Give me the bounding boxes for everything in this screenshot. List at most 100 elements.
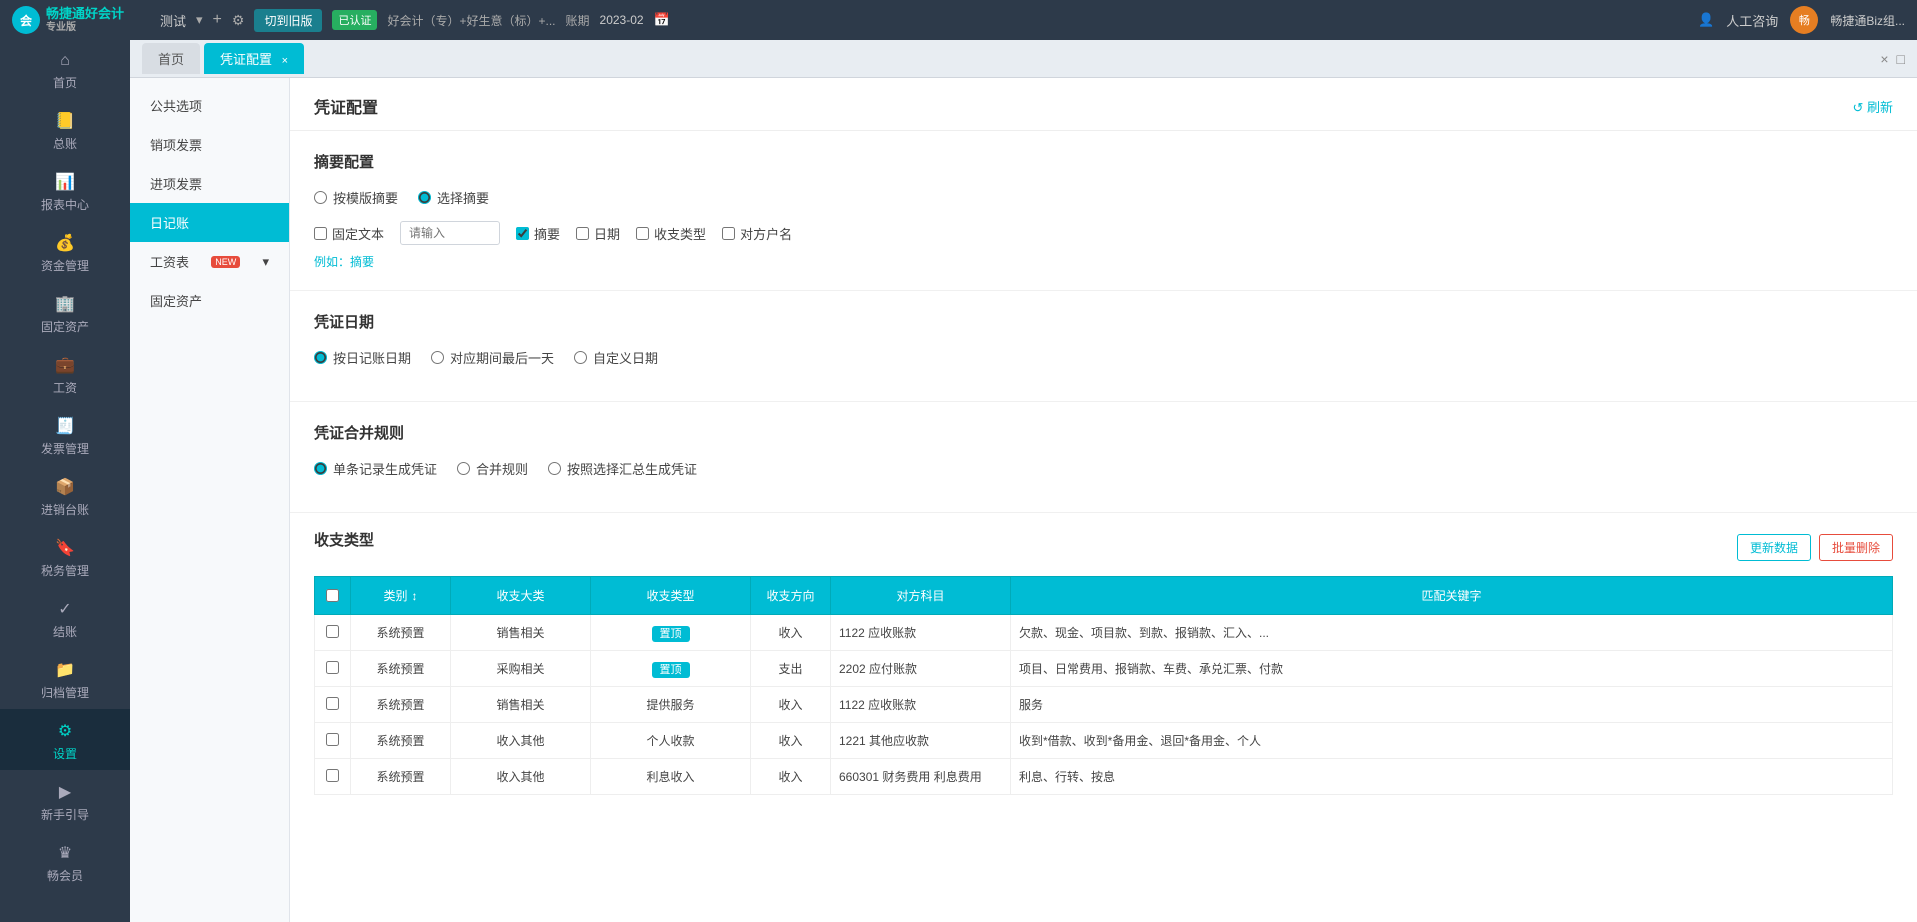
calendar-icon[interactable]: 📅 [654, 12, 670, 28]
radio-journal-date[interactable]: 按日记账日期 [314, 348, 411, 367]
left-nav-journal[interactable]: 日记账 [130, 203, 289, 242]
row-checkbox-4[interactable] [326, 769, 339, 782]
sidebar-label-home: 首页 [53, 74, 77, 91]
sidebar-label-fund: 资金管理 [41, 257, 89, 274]
tab-voucher[interactable]: 凭证配置 × [204, 43, 304, 74]
sidebar-item-salary[interactable]: 💼 工资 [0, 343, 130, 404]
switch-old-btn[interactable]: 切到旧版 [254, 9, 322, 32]
panel-header: 凭证配置 ↺ 刷新 [290, 78, 1917, 131]
row-category-3: 系统预置 [351, 723, 451, 759]
left-nav-public[interactable]: 公共选项 [130, 86, 289, 125]
left-nav-payroll[interactable]: 工资表 NEW ▾ [130, 242, 289, 281]
row-checkbox-1[interactable] [326, 661, 339, 674]
radio-select-total[interactable]: 按照选择汇总生成凭证 [548, 459, 697, 478]
radio-last-day[interactable]: 对应期间最后一天 [431, 348, 554, 367]
sidebar-item-settle[interactable]: ✓ 结账 [0, 587, 130, 648]
page-content: 公共选项 销项发票 进项发票 日记账 工资表 NEW ▾ 固定资产 [130, 78, 1917, 922]
radio-single-input[interactable] [314, 462, 327, 475]
payment-type-table: 类别 ↕ 收支大类 收支类型 收支方向 对方科目 匹配关键字 [314, 576, 1893, 795]
sidebar-item-invoice[interactable]: 🧾 发票管理 [0, 404, 130, 465]
left-nav-fixed-label: 固定资产 [150, 291, 202, 310]
sidebar-item-report[interactable]: 📊 报表中心 [0, 160, 130, 221]
table-row: 系统预置 收入其他 个人收款 收入 1221 其他应收款 收到*借款、收到*备用… [315, 723, 1893, 759]
cb-counterparty[interactable]: 对方户名 [722, 224, 792, 243]
row-checkbox-2[interactable] [326, 697, 339, 710]
app-subtitle: 专业版 [46, 22, 124, 34]
sidebar-item-purchases[interactable]: 📦 进销台账 [0, 465, 130, 526]
radio-journal-date-input[interactable] [314, 351, 327, 364]
report-icon: 📊 [55, 172, 75, 192]
cb-fixed-text-input[interactable] [314, 227, 327, 240]
row-checkbox-0[interactable] [326, 625, 339, 638]
type-tag-0[interactable]: 置顶 [652, 626, 690, 642]
radio-template-input[interactable] [314, 191, 327, 204]
sidebar-item-ledger[interactable]: 📒 总账 [0, 99, 130, 160]
summary-title: 摘要配置 [314, 151, 1893, 172]
row-keyword-0: 欠款、现金、项目款、到款、报销款、汇入、... [1011, 615, 1893, 651]
tab-voucher-label: 凭证配置 [220, 52, 272, 67]
radio-merge-input[interactable] [457, 462, 470, 475]
table-row: 系统预置 采购相关 置顶 支出 2202 应付账款 项目、日常费用、报销款、车费… [315, 651, 1893, 687]
cb-summary-input[interactable] [516, 227, 529, 240]
summary-radio-group: 按模版摘要 选择摘要 [314, 188, 1893, 207]
support-label[interactable]: 人工咨询 [1726, 11, 1778, 30]
radio-custom-date[interactable]: 自定义日期 [574, 348, 658, 367]
row-check-3[interactable] [315, 723, 351, 759]
window-close-btn[interactable]: × [1880, 51, 1888, 67]
sidebar-item-fund[interactable]: 💰 资金管理 [0, 221, 130, 282]
tab-close-icon[interactable]: × [282, 55, 288, 67]
fixed-text-input[interactable] [400, 221, 500, 245]
cb-summary[interactable]: 摘要 [516, 224, 560, 243]
table-buttons: 更新数据 批量删除 [1737, 534, 1893, 561]
left-nav-sales-invoice[interactable]: 销项发票 [130, 125, 289, 164]
row-check-1[interactable] [315, 651, 351, 687]
radio-template[interactable]: 按模版摘要 [314, 188, 398, 207]
th-check[interactable] [315, 577, 351, 615]
row-keyword-4: 利息、行转、按息 [1011, 759, 1893, 795]
sidebar-item-archive[interactable]: 📁 归档管理 [0, 648, 130, 709]
row-check-0[interactable] [315, 615, 351, 651]
sidebar-label-settle: 结账 [53, 623, 77, 640]
sidebar-item-settings[interactable]: ⚙ 设置 [0, 709, 130, 770]
update-data-btn[interactable]: 更新数据 [1737, 534, 1811, 561]
member-icon: ♛ [58, 843, 72, 863]
row-main-4: 收入其他 [451, 759, 591, 795]
plus-btn[interactable]: + [213, 11, 222, 29]
refresh-btn[interactable]: ↺ 刷新 [1852, 97, 1893, 116]
right-panel: 凭证配置 ↺ 刷新 摘要配置 按模版摘要 选择摘要 [290, 78, 1917, 922]
tab-home[interactable]: 首页 [142, 43, 200, 74]
cb-counterparty-input[interactable] [722, 227, 735, 240]
row-check-4[interactable] [315, 759, 351, 795]
window-max-btn[interactable]: □ [1897, 51, 1905, 67]
left-nav-fixed-assets[interactable]: 固定资产 [130, 281, 289, 320]
radio-select[interactable]: 选择摘要 [418, 188, 489, 207]
left-nav-purchase-invoice[interactable]: 进项发票 [130, 164, 289, 203]
sidebar-item-home[interactable]: ⌂ 首页 [0, 40, 130, 99]
sidebar-item-asset[interactable]: 🏢 固定资产 [0, 282, 130, 343]
sidebar-item-newbie[interactable]: ▶ 新手引导 [0, 770, 130, 831]
cb-payment-type[interactable]: 收支类型 [636, 224, 706, 243]
cb-fixed-text[interactable]: 固定文本 [314, 224, 384, 243]
sidebar-item-tax[interactable]: 🔖 税务管理 [0, 526, 130, 587]
row-main-2: 销售相关 [451, 687, 591, 723]
sort-icon[interactable]: ↕ [412, 589, 418, 603]
radio-total-input[interactable] [548, 462, 561, 475]
sidebar-label-invoice: 发票管理 [41, 440, 89, 457]
gear-btn[interactable]: ⚙ [232, 12, 245, 29]
batch-delete-btn[interactable]: 批量删除 [1819, 534, 1893, 561]
radio-single-record[interactable]: 单条记录生成凭证 [314, 459, 437, 478]
period-label: 账期 [566, 12, 590, 29]
radio-last-day-input[interactable] [431, 351, 444, 364]
sidebar-item-member[interactable]: ♛ 畅会员 [0, 831, 130, 892]
cb-date[interactable]: 日期 [576, 224, 620, 243]
row-check-2[interactable] [315, 687, 351, 723]
radio-custom-date-input[interactable] [574, 351, 587, 364]
type-tag-1[interactable]: 置顶 [652, 662, 690, 678]
radio-select-input[interactable] [418, 191, 431, 204]
dropdown-icon[interactable]: ▾ [196, 12, 203, 28]
select-all-checkbox[interactable] [326, 589, 339, 602]
cb-date-input[interactable] [576, 227, 589, 240]
row-checkbox-3[interactable] [326, 733, 339, 746]
radio-merge-rule[interactable]: 合并规则 [457, 459, 528, 478]
cb-payment-type-input[interactable] [636, 227, 649, 240]
